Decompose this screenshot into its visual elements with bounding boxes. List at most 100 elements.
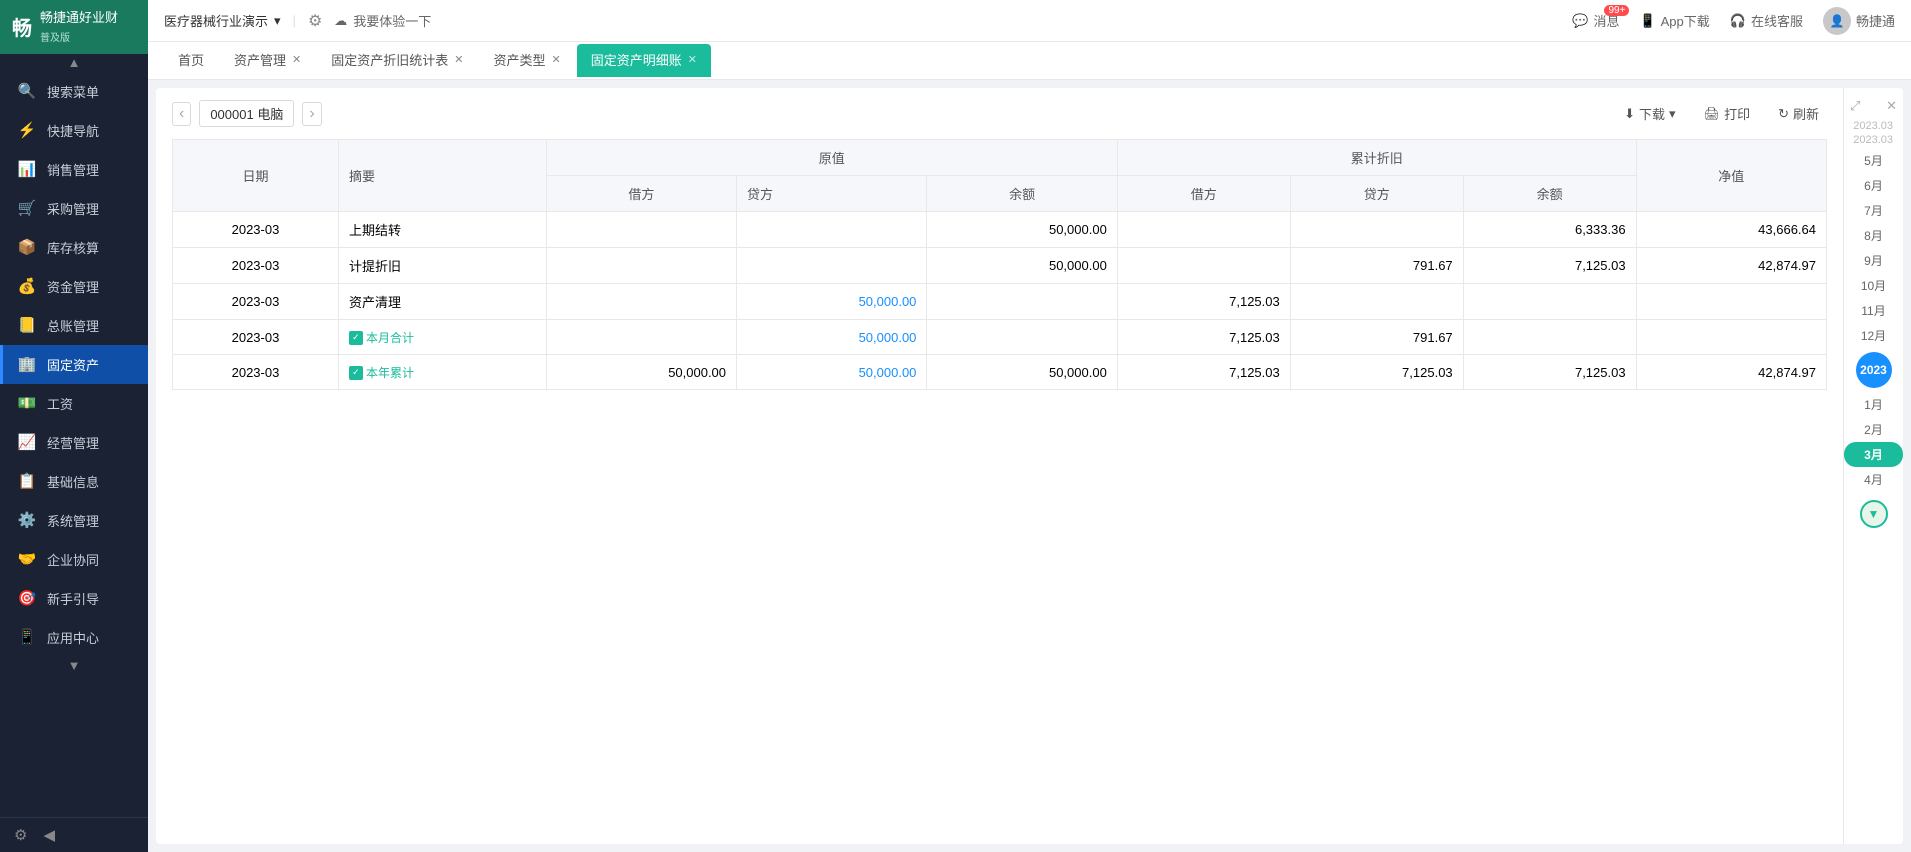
experience-button[interactable]: ☁ 我要体验一下 [334,11,431,30]
tab-depreciation-stat[interactable]: 固定资产折旧统计表 ✕ [317,44,477,77]
refresh-label: 刷新 [1793,104,1819,123]
timeline-month-8[interactable]: 8月 [1844,223,1903,248]
table-row: 2023-03 ✓ 本月合计 50,000.00 7,125.03 791.67 [173,320,1827,355]
timeline-year-2023[interactable]: 2023 [1856,352,1892,388]
sidebar-item-purchase[interactable]: 🛒 采购管理 [0,189,148,228]
sidebar-item-guide[interactable]: 🎯 新手引导 [0,579,148,618]
company-selector[interactable]: 医疗器械行业演示 ▾ [164,11,281,30]
timeline-close-icon[interactable]: ✕ [1886,98,1897,114]
download-label: 下载 [1639,104,1665,123]
tab-asset-detail[interactable]: 固定资产明细账 ✕ [577,44,711,77]
user-menu[interactable]: 👤 畅捷通 [1823,7,1895,35]
tab-asset-mgmt-label: 资产管理 [234,50,286,69]
cell-summary: 计提折旧 [338,248,546,284]
timeline-scroll-down-icon[interactable]: ▼ [1860,500,1888,528]
tab-asset-mgmt[interactable]: 资产管理 ✕ [220,44,315,77]
sidebar-item-payroll[interactable]: 💵 工资 [0,384,148,423]
timeline-month-4[interactable]: 4月 [1844,467,1903,492]
timeline-header-date1: 2023.03 [1844,120,1903,132]
cell-orig-credit [737,212,927,248]
col-date: 日期 [173,140,339,212]
timeline-month-9[interactable]: 9月 [1844,248,1903,273]
cell-net-value [1636,320,1826,355]
timeline-panel: ⤢ ✕ 2023.03 2023.03 5月 6月 7月 8月 9月 10月 1… [1843,88,1903,844]
sidebar-item-enterprise[interactable]: 🤝 企业协同 [0,540,148,579]
service-button[interactable]: 🎧 在线客服 [1730,11,1803,30]
sidebar-item-label: 新手引导 [47,589,99,608]
cell-accum-debit: 7,125.03 [1117,355,1290,390]
tab-depreciation-stat-close[interactable]: ✕ [454,53,463,66]
download-button[interactable]: ⬇ 下载 ▾ [1616,100,1683,127]
sidebar-item-sales[interactable]: 📊 销售管理 [0,150,148,189]
timeline-month-2[interactable]: 2月 [1844,417,1903,442]
settings-icon[interactable]: ⚙ [14,826,27,844]
sidebar-scroll-down[interactable]: ▼ [0,657,148,675]
logo-subtitle: 普及版 [40,29,118,44]
sales-icon: 📊 [17,160,37,178]
cell-orig-debit [546,248,736,284]
cell-accum-credit: 7,125.03 [1290,355,1463,390]
cell-accum-credit [1290,284,1463,320]
sidebar-item-operations[interactable]: 📈 经营管理 [0,423,148,462]
tab-asset-type-close[interactable]: ✕ [552,53,561,66]
table-row: 2023-03 计提折旧 50,000.00 791.67 7,125.03 4… [173,248,1827,284]
sidebar-item-label: 系统管理 [47,511,99,530]
cell-date: 2023-03 [173,212,339,248]
topbar-right: 💬 消息 99+ 📱 App下载 🎧 在线客服 👤 畅捷通 [1572,7,1895,35]
cell-accum-balance: 6,333.36 [1463,212,1636,248]
print-button[interactable]: 🖨 打印 [1696,100,1759,127]
sidebar-item-funds[interactable]: 💰 资金管理 [0,267,148,306]
cell-orig-credit: 50,000.00 [737,284,927,320]
tab-asset-detail-label: 固定资产明细账 [591,50,682,69]
sidebar-item-quicknav[interactable]: ⚡ 快捷导航 [0,111,148,150]
timeline-expand-icon[interactable]: ⤢ [1850,98,1860,114]
sidebar-bottom: ⚙ ◀ [0,817,148,852]
timeline-month-12[interactable]: 12月 [1844,323,1903,348]
tab-depreciation-stat-label: 固定资产折旧统计表 [331,50,448,69]
timeline-month-11[interactable]: 11月 [1844,298,1903,323]
basic-icon: 📋 [17,472,37,490]
timeline-month-1[interactable]: 1月 [1844,392,1903,417]
data-table: 日期 摘要 原值 累计折旧 净值 借方 贷方 余额 借方 贷方 余额 [172,139,1827,390]
timeline-month-3[interactable]: 3月 [1844,442,1903,467]
timeline-month-10[interactable]: 10月 [1844,273,1903,298]
app-download-label: App下载 [1661,11,1710,30]
asset-nav-next[interactable]: › [302,102,321,126]
sidebar-item-fixedassets[interactable]: 🏢 固定资产 [0,345,148,384]
fixedassets-icon: 🏢 [17,355,37,373]
tab-home[interactable]: 首页 [164,44,218,77]
sidebar-item-ledger[interactable]: 📒 总账管理 [0,306,148,345]
refresh-button[interactable]: ↻ 刷新 [1770,100,1827,127]
cell-orig-balance: 50,000.00 [927,248,1117,284]
inner-content: ‹ 000001 电脑 › ⬇ 下载 ▾ 🖨 打印 [156,88,1843,844]
sidebar-item-label: 总账管理 [47,316,99,335]
company-settings-icon[interactable]: ⚙ [308,11,322,31]
asset-code: 000001 [210,107,253,122]
inventory-icon: 📦 [17,238,37,256]
app-download-button[interactable]: 📱 App下载 [1639,11,1709,30]
search-icon: 🔍 [17,82,37,100]
sidebar-item-search[interactable]: 🔍 搜索菜单 [0,72,148,111]
collapse-sidebar-icon[interactable]: ◀ [43,826,55,844]
messages-button[interactable]: 💬 消息 99+ [1572,11,1619,30]
table-row: 2023-03 ✓ 本年累计 50,000.00 50,000.00 50,00… [173,355,1827,390]
cell-summary: ✓ 本月合计 [338,320,546,355]
cell-net-value: 43,666.64 [1636,212,1826,248]
sidebar-item-label: 固定资产 [47,355,99,374]
timeline-month-7[interactable]: 7月 [1844,198,1903,223]
sidebar-item-basic[interactable]: 📋 基础信息 [0,462,148,501]
timeline-month-6[interactable]: 6月 [1844,173,1903,198]
sidebar-item-inventory[interactable]: 📦 库存核算 [0,228,148,267]
operations-icon: 📈 [17,433,37,451]
tab-asset-detail-close[interactable]: ✕ [688,53,697,66]
sidebar-item-system[interactable]: ⚙️ 系统管理 [0,501,148,540]
service-icon: 🎧 [1730,13,1746,29]
tab-asset-mgmt-close[interactable]: ✕ [292,53,301,66]
tab-asset-type[interactable]: 资产类型 ✕ [479,44,574,77]
asset-nav-prev[interactable]: ‹ [172,102,191,126]
tab-asset-type-label: 资产类型 [493,50,545,69]
timeline-month-5[interactable]: 5月 [1844,148,1903,173]
sidebar-scroll-up[interactable]: ▲ [0,54,148,72]
cell-accum-debit [1117,212,1290,248]
sidebar-item-apps[interactable]: 📱 应用中心 [0,618,148,657]
